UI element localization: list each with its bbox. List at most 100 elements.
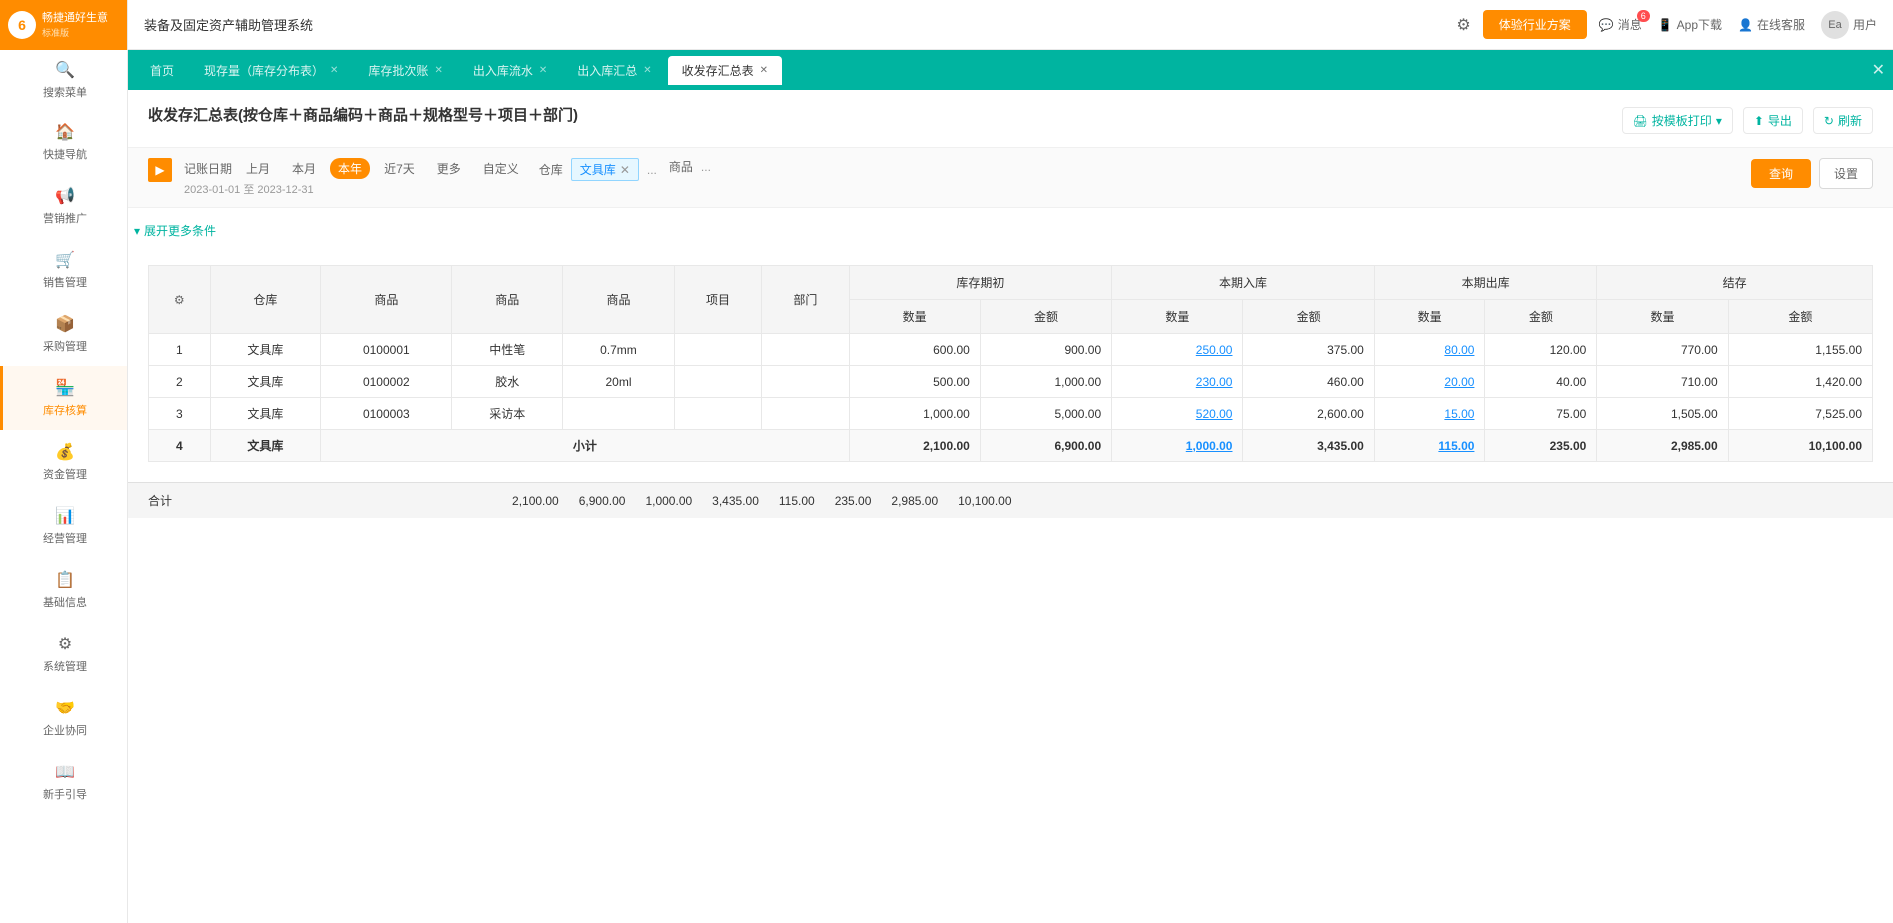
row-product-spec: 20ml [563,366,675,398]
sidebar-item-finance[interactable]: 💰 资金管理 [0,430,127,494]
product-more-btn[interactable]: ... [701,160,711,174]
row-index: 3 [149,398,211,430]
user-avatar[interactable]: Ea 用户 [1821,11,1877,39]
tab-flow[interactable]: 出入库流水 ✕ [459,56,561,85]
th-balance-group: 结存 [1597,266,1873,300]
row-in-qty[interactable]: 520.00 [1112,398,1243,430]
sidebar-item-label: 基础信息 [43,594,87,610]
warehouse-label: 仓库 [539,161,563,178]
tab-inventory-dist[interactable]: 现存量（库存分布表） ✕ [190,56,352,85]
warehouse-more-btn[interactable]: ... [647,163,657,177]
tab-close-icon[interactable]: ✕ [643,65,651,76]
subtotal-opening-amt: 6,900.00 [980,430,1111,462]
th-gear[interactable]: ⚙ [149,266,211,334]
date-filter-more[interactable]: 更多 [429,158,469,179]
sidebar-item-quick-nav[interactable]: 🏠 快捷导航 [0,110,127,174]
row-in-amt: 460.00 [1243,366,1374,398]
settings-button[interactable]: 设置 [1819,158,1873,189]
chevron-down-icon: ▾ [1716,114,1722,128]
guide-icon: 📖 [55,762,75,782]
sidebar-item-label: 采购管理 [43,338,87,354]
sidebar-item-sales[interactable]: 🛒 销售管理 [0,238,127,302]
sidebar-item-guide[interactable]: 📖 新手引导 [0,750,127,814]
phone-icon: 📱 [1658,18,1673,32]
row-balance-amt: 1,420.00 [1728,366,1872,398]
expand-filters-btn[interactable]: ▾ 展开更多条件 [134,222,1887,239]
messages-btn[interactable]: 💬 消息 6 [1599,16,1642,33]
row-in-qty[interactable]: 250.00 [1112,334,1243,366]
sidebar-item-label: 系统管理 [43,658,87,674]
avatar: Ea [1821,11,1849,39]
app-download-btn[interactable]: 📱 App下载 [1658,16,1722,33]
date-filter-7days[interactable]: 近7天 [376,158,423,179]
row-in-amt: 375.00 [1243,334,1374,366]
th-balance-amt: 金额 [1728,300,1872,334]
th-product-code: 商品 [321,266,452,334]
row-balance-amt: 1,155.00 [1728,334,1872,366]
sidebar-item-label: 销售管理 [43,274,87,290]
sidebar-item-label: 快捷导航 [43,146,87,162]
tab-close-icon[interactable]: ✕ [760,65,768,76]
print-icon: 🖨 [1633,114,1648,128]
print-btn[interactable]: 🖨 按模板打印 ▾ [1622,107,1733,134]
settings-icon[interactable]: ⚙ [1456,15,1470,35]
sidebar-item-label: 营销推广 [43,210,87,226]
tab-receive-summary[interactable]: 收发存汇总表 ✕ [668,56,782,85]
row-balance-qty: 1,505.00 [1597,398,1728,430]
row-index: 2 [149,366,211,398]
tab-home-label: 首页 [150,62,174,79]
subtotal-out-qty[interactable]: 115.00 [1374,430,1485,462]
topbar-right: 💬 消息 6 📱 App下载 👤 在线客服 Ea 用户 [1599,11,1877,39]
row-in-qty[interactable]: 230.00 [1112,366,1243,398]
sidebar-item-system[interactable]: ⚙ 系统管理 [0,622,127,686]
export-icon: ⬆ [1754,114,1764,128]
filter-toggle-btn[interactable]: ▶ [148,158,172,182]
tab-close-icon[interactable]: ✕ [330,65,338,76]
tab-close-icon[interactable]: ✕ [539,65,547,76]
warehouse-tag[interactable]: 文具库 ✕ [571,158,639,181]
total-out-amt: 235.00 [835,494,872,508]
tab-home[interactable]: 首页 [136,56,188,85]
warehouse-tag-close-icon[interactable]: ✕ [620,163,630,177]
th-balance-qty: 数量 [1597,300,1728,334]
row-opening-amt: 1,000.00 [980,366,1111,398]
tab-summary[interactable]: 出入库汇总 ✕ [563,56,665,85]
sidebar-item-search[interactable]: 🔍 搜索菜单 [0,50,127,110]
main-area: 装备及固定资产辅助管理系统 ⚙ 体验行业方案 💬 消息 6 📱 App下载 👤 … [128,0,1893,923]
subtotal-in-qty[interactable]: 1,000.00 [1112,430,1243,462]
row-opening-qty: 600.00 [849,334,980,366]
row-balance-qty: 770.00 [1597,334,1728,366]
sidebar-item-label: 企业协同 [43,722,87,738]
row-product-code: 0100001 [321,334,452,366]
sidebar-item-enterprise[interactable]: 🤝 企业协同 [0,686,127,750]
tab-batch[interactable]: 库存批次账 ✕ [354,56,456,85]
export-btn[interactable]: ⬆ 导出 [1743,107,1803,134]
topbar: 装备及固定资产辅助管理系统 ⚙ 体验行业方案 💬 消息 6 📱 App下载 👤 … [128,0,1893,50]
row-out-qty[interactable]: 20.00 [1374,366,1485,398]
sidebar-item-label: 新手引导 [43,786,87,802]
tab-label: 出入库汇总 [577,62,637,79]
date-filter-custom[interactable]: 自定义 [475,158,527,179]
online-service-btn[interactable]: 👤 在线客服 [1738,16,1805,33]
sidebar-item-marketing[interactable]: 📢 营销推广 [0,174,127,238]
date-filter-this-year[interactable]: 本年 [330,158,370,179]
row-out-qty[interactable]: 15.00 [1374,398,1485,430]
subtotal-out-amt: 235.00 [1485,430,1597,462]
sidebar-item-operation[interactable]: 📊 经营管理 [0,494,127,558]
close-all-tabs-btn[interactable]: ✕ [1872,60,1885,80]
row-out-qty[interactable]: 80.00 [1374,334,1485,366]
total-bar: 合计 2,100.00 6,900.00 1,000.00 3,435.00 1… [128,482,1893,518]
row-out-amt: 40.00 [1485,366,1597,398]
total-label: 合计 [148,492,172,509]
date-filter-last-month[interactable]: 上月 [238,158,278,179]
trial-btn[interactable]: 体验行业方案 [1483,10,1587,39]
sidebar: 6 畅捷通好生意 标准版 🔍 搜索菜单 🏠 快捷导航 📢 营销推广 🛒 销售管理… [0,0,128,923]
sidebar-item-inventory[interactable]: 🏪 库存核算 [0,366,127,430]
date-filter-this-month[interactable]: 本月 [284,158,324,179]
row-opening-qty: 500.00 [849,366,980,398]
sidebar-item-purchase[interactable]: 📦 采购管理 [0,302,127,366]
sidebar-item-basic-info[interactable]: 📋 基础信息 [0,558,127,622]
tab-close-icon[interactable]: ✕ [434,65,442,76]
refresh-btn[interactable]: ↻ 刷新 [1813,107,1873,134]
query-button[interactable]: 查询 [1751,159,1811,188]
